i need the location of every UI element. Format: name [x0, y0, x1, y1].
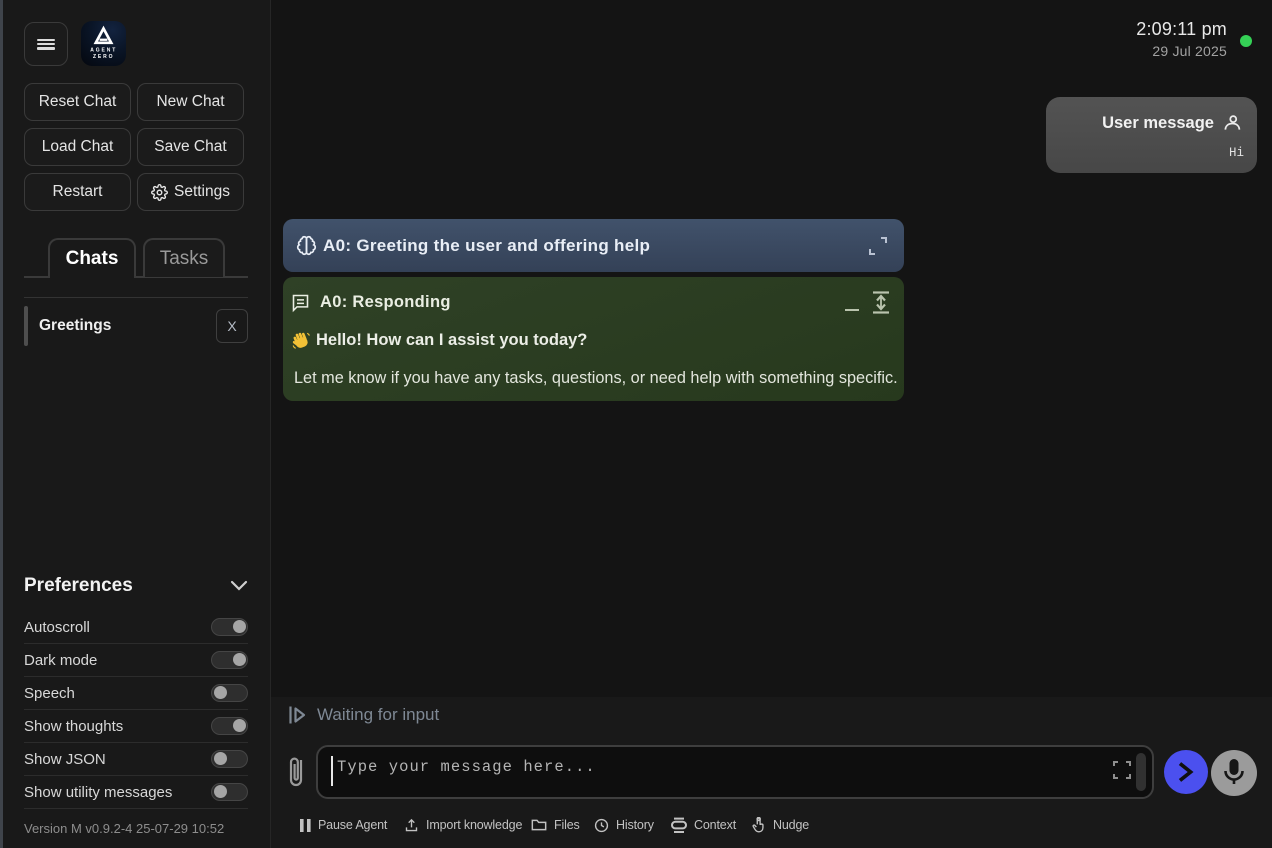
svg-text:AGENT: AGENT: [90, 48, 117, 54]
svg-text:ZERO: ZERO: [93, 54, 115, 60]
